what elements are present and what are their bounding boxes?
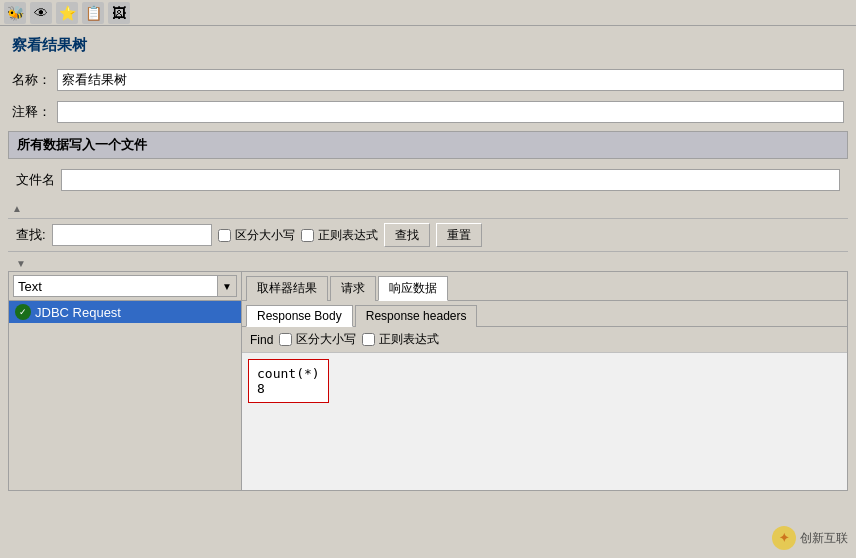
search-input[interactable] — [52, 224, 212, 246]
main-container: 察看结果树 名称： 注释： 所有数据写入一个文件 文件名 ▲ 查找: 区分大小写… — [0, 26, 856, 499]
response-line-1: count(*) — [257, 366, 320, 381]
file-section-header: 所有数据写入一个文件 — [8, 131, 848, 159]
toolbar-icon-2[interactable]: 👁 — [30, 2, 52, 24]
tab-request[interactable]: 请求 — [330, 276, 376, 301]
case-sensitive-label: 区分大小写 — [235, 227, 295, 244]
name-label: 名称： — [12, 71, 57, 89]
response-toolbar: Find 区分大小写 正则表达式 — [242, 327, 847, 353]
bottom-section: ▼ ✓ JDBC Request 取样器结果 请求 响应数据 — [8, 271, 848, 491]
right-panel: 取样器结果 请求 响应数据 Response Body Response hea… — [242, 271, 848, 491]
file-input[interactable] — [61, 169, 840, 191]
file-row: 文件名 — [8, 165, 848, 195]
sub-tab-response-headers[interactable]: Response headers — [355, 305, 478, 327]
tree-item-label: JDBC Request — [35, 305, 121, 320]
jdbc-icon: ✓ — [15, 304, 31, 320]
dropdown-arrow-icon[interactable]: ▼ — [217, 275, 237, 297]
tab-response-data[interactable]: 响应数据 — [378, 276, 448, 301]
resp-regex-checkbox[interactable] — [362, 333, 375, 346]
scroll-indicator-2: ▼ — [8, 256, 848, 271]
resp-case-group: 区分大小写 — [279, 331, 356, 348]
comment-row: 注释： — [8, 99, 848, 125]
scroll-arrow-down[interactable]: ▼ — [16, 258, 26, 269]
regex-checkbox[interactable] — [301, 229, 314, 242]
name-row: 名称： — [8, 67, 848, 93]
panel-title: 察看结果树 — [8, 34, 848, 57]
resp-regex-group: 正则表达式 — [362, 331, 439, 348]
search-bar: 查找: 区分大小写 正则表达式 查找 重置 — [8, 218, 848, 252]
name-input[interactable] — [57, 69, 844, 91]
regex-label: 正则表达式 — [318, 227, 378, 244]
watermark-text: 创新互联 — [800, 530, 848, 547]
main-tabs-row: 取样器结果 请求 响应数据 — [242, 272, 847, 301]
sub-tabs-row: Response Body Response headers — [242, 301, 847, 327]
view-type-dropdown[interactable] — [13, 275, 218, 297]
dropdown-row: ▼ — [9, 272, 241, 301]
top-toolbar: 🐝 👁 ⭐ 📋 🖼 — [0, 0, 856, 26]
toolbar-icon-4[interactable]: 📋 — [82, 2, 104, 24]
case-sensitive-checkbox[interactable] — [218, 229, 231, 242]
response-line-2: 8 — [257, 381, 320, 396]
response-box: count(*) 8 — [248, 359, 329, 403]
watermark: ✦ 创新互联 — [772, 526, 848, 550]
toolbar-icon-1[interactable]: 🐝 — [4, 2, 26, 24]
toolbar-icon-5[interactable]: 🖼 — [108, 2, 130, 24]
resp-case-checkbox[interactable] — [279, 333, 292, 346]
comment-label: 注释： — [12, 103, 57, 121]
reset-button[interactable]: 重置 — [436, 223, 482, 247]
scroll-indicator-1: ▲ — [8, 203, 848, 214]
scroll-arrow-up[interactable]: ▲ — [12, 203, 22, 214]
search-label: 查找: — [16, 226, 46, 244]
comment-input[interactable] — [57, 101, 844, 123]
find-label: Find — [250, 333, 273, 347]
response-content: count(*) 8 — [242, 353, 847, 490]
watermark-logo: ✦ — [772, 526, 796, 550]
tab-sampler-result[interactable]: 取样器结果 — [246, 276, 328, 301]
file-label: 文件名 — [16, 171, 55, 189]
left-panel: ▼ ✓ JDBC Request — [8, 271, 242, 491]
toolbar-icon-3[interactable]: ⭐ — [56, 2, 78, 24]
find-button[interactable]: 查找 — [384, 223, 430, 247]
sub-tab-response-body[interactable]: Response Body — [246, 305, 353, 327]
regex-group: 正则表达式 — [301, 227, 378, 244]
resp-regex-label: 正则表达式 — [379, 331, 439, 348]
case-sensitive-group: 区分大小写 — [218, 227, 295, 244]
resp-case-label: 区分大小写 — [296, 331, 356, 348]
tree-item-jdbc-request[interactable]: ✓ JDBC Request — [9, 301, 241, 323]
